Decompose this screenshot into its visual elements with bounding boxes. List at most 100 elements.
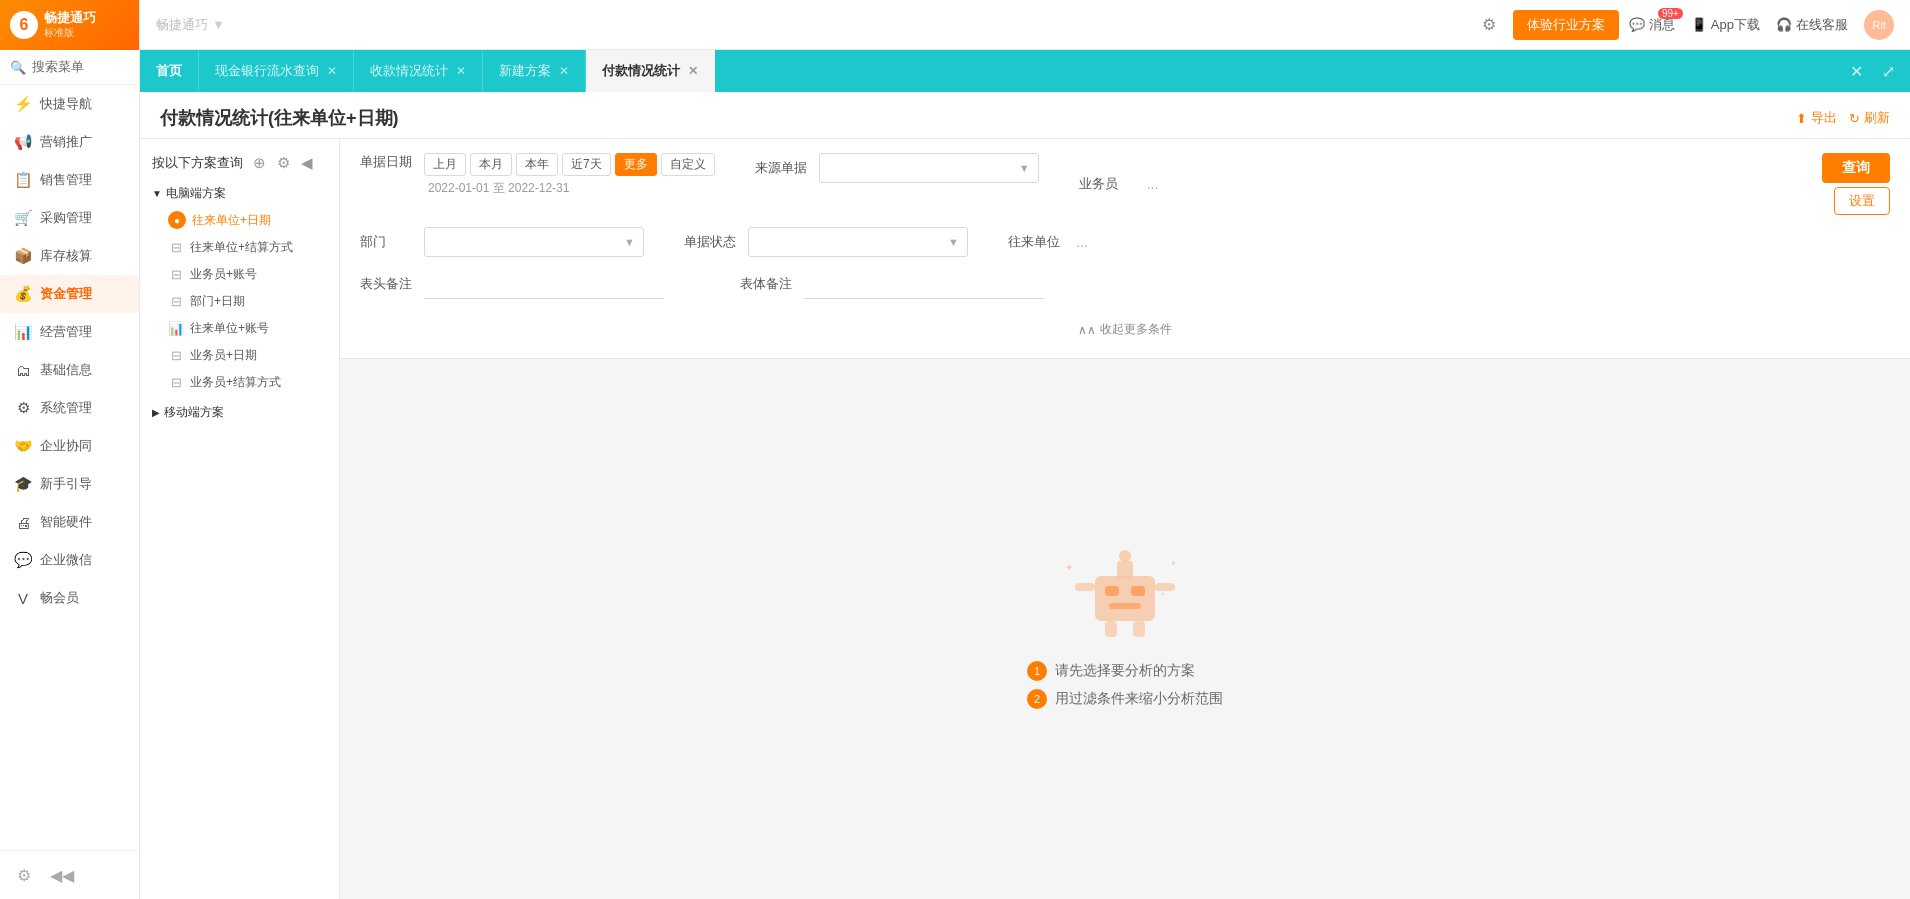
date-btn-custom[interactable]: 自定义	[661, 153, 715, 176]
salesman-dots[interactable]: ...	[1143, 176, 1163, 192]
scheme-item-partner-account[interactable]: 📊 往来单位+账号	[140, 315, 339, 342]
sidebar-settings-btn[interactable]: ⚙	[10, 861, 38, 889]
logo-icon: 6	[10, 11, 38, 39]
sidebar-item-label: 资金管理	[40, 285, 92, 303]
trial-btn[interactable]: 体验行业方案	[1513, 10, 1619, 40]
scheme-group-mobile-title[interactable]: ▶ 移动端方案	[140, 400, 339, 425]
search-icon: 🔍	[10, 60, 26, 75]
sidebar-item-member[interactable]: V 畅会员	[0, 579, 139, 617]
tab-payment-stat[interactable]: 付款情况统计 ✕	[586, 50, 715, 92]
scheme-add-btn[interactable]: ⊕	[249, 153, 269, 173]
search-menu[interactable]: 🔍 搜索菜单	[0, 50, 139, 85]
date-btn-this-month[interactable]: 本月	[470, 153, 512, 176]
partner-dots[interactable]: ...	[1072, 234, 1092, 250]
collab-icon: 🤝	[14, 437, 32, 455]
guide-icon: 🎓	[14, 475, 32, 493]
scheme-settings-btn[interactable]: ⚙	[273, 153, 293, 173]
tab-receivable[interactable]: 收款情况统计 ✕	[354, 50, 483, 92]
user-avatar[interactable]: Rit	[1864, 10, 1894, 40]
scheme-table-icon5: ⊟	[168, 375, 184, 391]
svg-rect-1	[1105, 586, 1119, 596]
scheme-collapse-btn[interactable]: ◀	[297, 153, 317, 173]
scheme-active-dot: ●	[168, 211, 186, 229]
collapse-btn-label: 收起更多条件	[1100, 321, 1172, 338]
date-btn-7days[interactable]: 近7天	[562, 153, 611, 176]
tab-home[interactable]: 首页	[140, 50, 199, 92]
date-btn-more[interactable]: 更多	[615, 153, 657, 176]
sidebar-item-label: 企业微信	[40, 551, 92, 569]
scheme-item-salesman-account[interactable]: ⊟ 业务员+账号	[140, 261, 339, 288]
tab-cashflow-close[interactable]: ✕	[327, 64, 337, 78]
export-icon: ⬆	[1796, 111, 1807, 126]
scheme-group-desktop-title[interactable]: ▼ 电脑端方案	[140, 181, 339, 206]
sidebar-item-finance[interactable]: 💰 资金管理	[0, 275, 139, 313]
sidebar-item-quick-nav[interactable]: ⚡ 快捷导航	[0, 85, 139, 123]
message-btn[interactable]: 💬 消息 99+	[1629, 16, 1675, 34]
scheme-item-salesman-settle[interactable]: ⊟ 业务员+结算方式	[140, 369, 339, 396]
body-note-input[interactable]	[804, 269, 1044, 299]
sales-icon: 📋	[14, 171, 32, 189]
sidebar-item-wechat[interactable]: 💬 企业微信	[0, 541, 139, 579]
tab-close-btn[interactable]: ✕	[1844, 59, 1868, 83]
dept-select[interactable]: ▼	[424, 227, 644, 257]
sidebar-item-collab[interactable]: 🤝 企业协同	[0, 427, 139, 465]
purchase-icon: 🛒	[14, 209, 32, 227]
sidebar-item-system[interactable]: ⚙ 系统管理	[0, 389, 139, 427]
dept-select-arrow: ▼	[624, 236, 635, 248]
tab-expand-btn[interactable]: ⤢	[1876, 59, 1900, 83]
scheme-bar-icon: 📊	[168, 321, 184, 337]
breadcrumb: 畅捷通巧 ▼	[156, 16, 1465, 34]
date-btn-last-month[interactable]: 上月	[424, 153, 466, 176]
svg-text:✦: ✦	[1065, 562, 1073, 573]
breadcrumb-text: 畅捷通巧	[156, 16, 208, 34]
status-select[interactable]: ▼	[748, 227, 968, 257]
source-select-arrow: ▼	[1019, 162, 1030, 174]
dept-label: 部门	[360, 233, 416, 251]
sidebar-item-guide[interactable]: 🎓 新手引导	[0, 465, 139, 503]
query-btn[interactable]: 查询	[1822, 153, 1890, 183]
body-note-label: 表体备注	[740, 275, 796, 293]
scheme-item-salesman-account-label: 业务员+账号	[190, 266, 257, 283]
date-buttons-group: 上月 本月 本年 近7天 更多 自定义	[424, 153, 715, 176]
system-icon: ⚙	[14, 399, 32, 417]
tab-new-scheme[interactable]: 新建方案 ✕	[483, 50, 586, 92]
tab-payment-stat-close[interactable]: ✕	[688, 64, 698, 78]
scheme-item-dept-date[interactable]: ⊟ 部门+日期	[140, 288, 339, 315]
sidebar-item-purchase[interactable]: 🛒 采购管理	[0, 199, 139, 237]
app-download-btn[interactable]: 📱 App下载	[1691, 16, 1760, 34]
scheme-item-partner-date[interactable]: ● 往来单位+日期	[140, 206, 339, 234]
refresh-btn[interactable]: ↻ 刷新	[1849, 109, 1890, 127]
topbar-settings-icon[interactable]: ⚙	[1475, 11, 1503, 39]
status-label: 单据状态	[684, 233, 740, 251]
refresh-label: 刷新	[1864, 109, 1890, 127]
export-btn[interactable]: ⬆ 导出	[1796, 109, 1837, 127]
sidebar-item-label: 系统管理	[40, 399, 92, 417]
sidebar-item-label: 新手引导	[40, 475, 92, 493]
tab-receivable-close[interactable]: ✕	[456, 64, 466, 78]
sidebar-item-sales[interactable]: 📋 销售管理	[0, 161, 139, 199]
source-label: 来源单据	[755, 159, 811, 177]
export-label: 导出	[1811, 109, 1837, 127]
sidebar-collapse-btn[interactable]: ◀◀	[48, 861, 76, 889]
collapse-conditions-btn[interactable]: ∧∧ 收起更多条件	[1062, 315, 1188, 344]
sidebar-item-operation[interactable]: 📊 经营管理	[0, 313, 139, 351]
scheme-item-salesman-date[interactable]: ⊟ 业务员+日期	[140, 342, 339, 369]
filter-settings-btn[interactable]: 设置	[1834, 187, 1890, 215]
quick-nav-icon: ⚡	[14, 95, 32, 113]
tab-new-scheme-close[interactable]: ✕	[559, 64, 569, 78]
note-input[interactable]	[424, 269, 664, 299]
empty-svg: ✦ ✦ ✦	[1065, 541, 1185, 641]
sidebar-item-basic[interactable]: 🗂 基础信息	[0, 351, 139, 389]
result-area: ✦ ✦ ✦ 1 请先选择要分析的方案 2 用过滤条件来缩小分析范围	[340, 359, 1910, 899]
date-btn-this-year[interactable]: 本年	[516, 153, 558, 176]
source-select[interactable]: ▼	[819, 153, 1039, 183]
sidebar-item-inventory[interactable]: 📦 库存核算	[0, 237, 139, 275]
online-service-btn[interactable]: 🎧 在线客服	[1776, 16, 1848, 34]
sidebar-item-marketing[interactable]: 📢 营销推广	[0, 123, 139, 161]
tab-cashflow[interactable]: 现金银行流水查询 ✕	[199, 50, 354, 92]
refresh-icon: ↻	[1849, 111, 1860, 126]
svg-rect-2	[1131, 586, 1145, 596]
scheme-item-partner-settle[interactable]: ⊟ 往来单位+结算方式	[140, 234, 339, 261]
sidebar-item-smart[interactable]: 🖨 智能硬件	[0, 503, 139, 541]
empty-step-1: 1 请先选择要分析的方案	[1027, 661, 1223, 681]
